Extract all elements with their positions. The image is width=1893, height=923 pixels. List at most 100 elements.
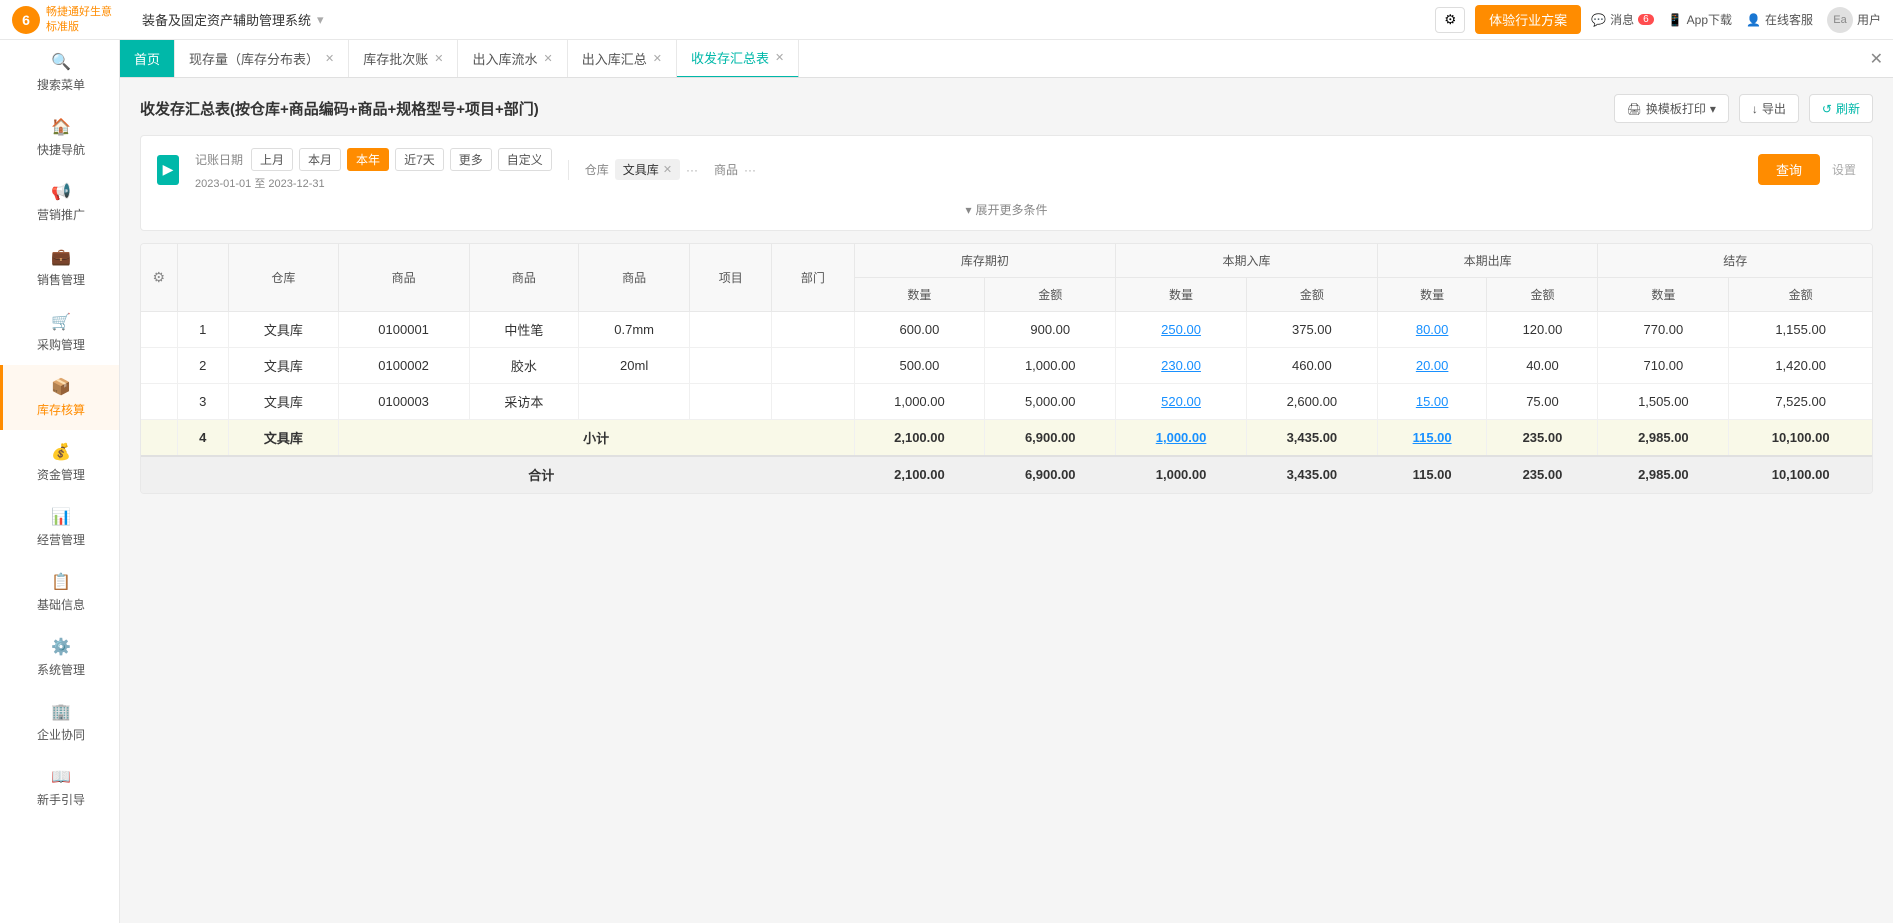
th-closing-group: 结存: [1598, 244, 1872, 278]
query-button[interactable]: 查询: [1758, 154, 1820, 185]
date-last-month[interactable]: 上月: [251, 148, 293, 171]
page-actions: 🖨 换模板打印 ▾ ↓ 导出 ↺ 刷新: [1614, 94, 1873, 123]
warehouse-more[interactable]: ···: [686, 163, 698, 177]
tab-batch-account[interactable]: 库存批次账 ✕: [349, 40, 458, 78]
tab-bar: 首页 现存量（库存分布表） ✕ 库存批次账 ✕ 出入库流水 ✕ 出入库汇总 ✕ …: [120, 40, 1893, 78]
export-button[interactable]: ↓ 导出: [1739, 94, 1799, 123]
row-out-qty[interactable]: 80.00: [1377, 312, 1487, 348]
refresh-button[interactable]: ↺ 刷新: [1809, 94, 1873, 123]
date-this-year[interactable]: 本年: [347, 148, 389, 171]
content-area: 首页 现存量（库存分布表） ✕ 库存批次账 ✕ 出入库流水 ✕ 出入库汇总 ✕ …: [120, 40, 1893, 923]
tab-inventory-dist-close[interactable]: ✕: [325, 52, 334, 65]
date-last-7days[interactable]: 近7天: [395, 148, 444, 171]
online-service-button[interactable]: 👤 在线客服: [1746, 11, 1813, 28]
date-buttons: 上月 本月 本年 近7天 更多 自定义: [251, 148, 552, 171]
date-label: 记账日期: [195, 151, 243, 168]
main-layout: 🔍 搜索菜单 🏠 快捷导航 📢 营销推广 💼 销售管理 🛒 采购管理 📦 库存核…: [0, 40, 1893, 923]
table-row: 2 文具库 0100002 胶水 20ml 500.00 1,000.00 23…: [141, 348, 1872, 384]
row-out-qty[interactable]: 20.00: [1377, 348, 1487, 384]
messages-button[interactable]: 💬 消息 6: [1591, 11, 1654, 28]
row-in-qty[interactable]: 250.00: [1116, 312, 1247, 348]
tab-in-out-flow[interactable]: 出入库流水 ✕: [458, 40, 567, 78]
subtotal-label: 小计: [338, 420, 854, 457]
date-this-month[interactable]: 本月: [299, 148, 341, 171]
tab-inventory-dist[interactable]: 现存量（库存分布表） ✕: [175, 40, 349, 78]
th-in-amt: 金额: [1246, 278, 1377, 312]
tab-home[interactable]: 首页: [120, 40, 175, 78]
page-header: 收发存汇总表(按仓库+商品编码+商品+规格型号+项目+部门) 🖨 换模板打印 ▾…: [140, 94, 1873, 123]
th-out-qty: 数量: [1377, 278, 1487, 312]
tab-batch-account-label: 库存批次账: [363, 49, 428, 68]
subtotal-in-qty[interactable]: 1,000.00: [1116, 420, 1247, 457]
logo-area: 6 畅捷通好生意 标准版: [12, 5, 132, 34]
operations-icon: 📊: [51, 507, 71, 527]
service-icon: 👤: [1746, 13, 1761, 27]
tab-batch-account-close[interactable]: ✕: [434, 52, 443, 65]
subtotal-out-qty[interactable]: 115.00: [1377, 420, 1487, 457]
app-download-button[interactable]: 📱 App下载: [1668, 11, 1732, 28]
th-project: 项目: [690, 244, 772, 312]
sidebar-item-purchase-label: 采购管理: [37, 336, 85, 353]
row-out-amt: 40.00: [1487, 348, 1598, 384]
print-button[interactable]: 🖨 换模板打印 ▾: [1614, 94, 1729, 123]
date-more[interactable]: 更多: [450, 148, 492, 171]
row-in-qty[interactable]: 230.00: [1116, 348, 1247, 384]
expand-conditions-button[interactable]: ▾ 展开更多条件: [965, 201, 1047, 218]
warehouse-filter: 仓库 文具库 ✕ ···: [585, 159, 698, 180]
sidebar-item-sales-label: 销售管理: [37, 271, 85, 288]
page-content: 收发存汇总表(按仓库+商品编码+商品+规格型号+项目+部门) 🖨 换模板打印 ▾…: [120, 78, 1893, 923]
trial-button[interactable]: 体验行业方案: [1475, 5, 1581, 34]
row-out-qty[interactable]: 15.00: [1377, 384, 1487, 420]
row-project: [690, 348, 772, 384]
date-custom[interactable]: 自定义: [498, 148, 552, 171]
subtotal-opening-amt: 6,900.00: [985, 420, 1116, 457]
system-dropdown-icon[interactable]: ▾: [317, 12, 324, 28]
tab-in-out-flow-label: 出入库流水: [472, 49, 537, 68]
sidebar-item-basic-info-label: 基础信息: [37, 596, 85, 613]
export-icon: ↓: [1752, 102, 1758, 116]
warehouse-tag-close[interactable]: ✕: [663, 163, 672, 176]
row-in-amt: 460.00: [1246, 348, 1377, 384]
th-in-qty: 数量: [1116, 278, 1247, 312]
tab-bar-close-all[interactable]: ✕: [1860, 49, 1893, 69]
sidebar-item-inventory[interactable]: 📦 库存核算: [0, 365, 119, 430]
user-button[interactable]: Ea 用户: [1827, 7, 1881, 33]
tab-stock-summary[interactable]: 收发存汇总表 ✕: [677, 40, 799, 78]
sidebar-item-enterprise[interactable]: 🏢 企业协同: [0, 690, 119, 755]
sidebar-item-marketing-label: 营销推广: [37, 206, 85, 223]
sidebar-item-search[interactable]: 🔍 搜索菜单: [0, 40, 119, 105]
table-settings-icon[interactable]: ⚙: [152, 269, 165, 285]
subtotal-closing-qty: 2,985.00: [1598, 420, 1729, 457]
settings-link[interactable]: 设置: [1832, 161, 1856, 178]
sidebar-item-guide-label: 新手引导: [37, 791, 85, 808]
settings-gear-button[interactable]: ⚙: [1435, 7, 1465, 33]
tab-in-out-summary-close[interactable]: ✕: [653, 52, 662, 65]
row-in-qty[interactable]: 520.00: [1116, 384, 1247, 420]
sidebar-item-purchase[interactable]: 🛒 采购管理: [0, 300, 119, 365]
sidebar-item-basic-info[interactable]: 📋 基础信息: [0, 560, 119, 625]
row-goods-spec: 0.7mm: [579, 312, 690, 348]
tab-in-out-flow-close[interactable]: ✕: [544, 52, 553, 65]
subtotal-opening-qty: 2,100.00: [854, 420, 985, 457]
sidebar-item-guide[interactable]: 📖 新手引导: [0, 755, 119, 820]
row-settings: [141, 312, 177, 348]
inventory-icon: 📦: [51, 377, 71, 397]
sidebar-item-marketing[interactable]: 📢 营销推广: [0, 170, 119, 235]
sidebar-item-quick-nav[interactable]: 🏠 快捷导航: [0, 105, 119, 170]
goods-more[interactable]: ···: [744, 163, 756, 177]
sidebar-item-sales[interactable]: 💼 销售管理: [0, 235, 119, 300]
row-opening-qty: 1,000.00: [854, 384, 985, 420]
row-out-amt: 120.00: [1487, 312, 1598, 348]
total-closing-amt: 10,100.00: [1729, 456, 1872, 493]
sidebar-item-system[interactable]: ⚙️ 系统管理: [0, 625, 119, 690]
row-in-amt: 2,600.00: [1246, 384, 1377, 420]
row-goods-spec: [579, 384, 690, 420]
row-opening-amt: 900.00: [985, 312, 1116, 348]
filter-expand-arrow[interactable]: ▶: [157, 155, 179, 185]
sidebar-item-operations[interactable]: 📊 经营管理: [0, 495, 119, 560]
tab-stock-summary-close[interactable]: ✕: [775, 51, 784, 64]
total-closing-qty: 2,985.00: [1598, 456, 1729, 493]
sidebar-item-finance[interactable]: 💰 资金管理: [0, 430, 119, 495]
date-range-display: 2023-01-01 至 2023-12-31: [195, 175, 552, 191]
tab-in-out-summary[interactable]: 出入库汇总 ✕: [568, 40, 677, 78]
